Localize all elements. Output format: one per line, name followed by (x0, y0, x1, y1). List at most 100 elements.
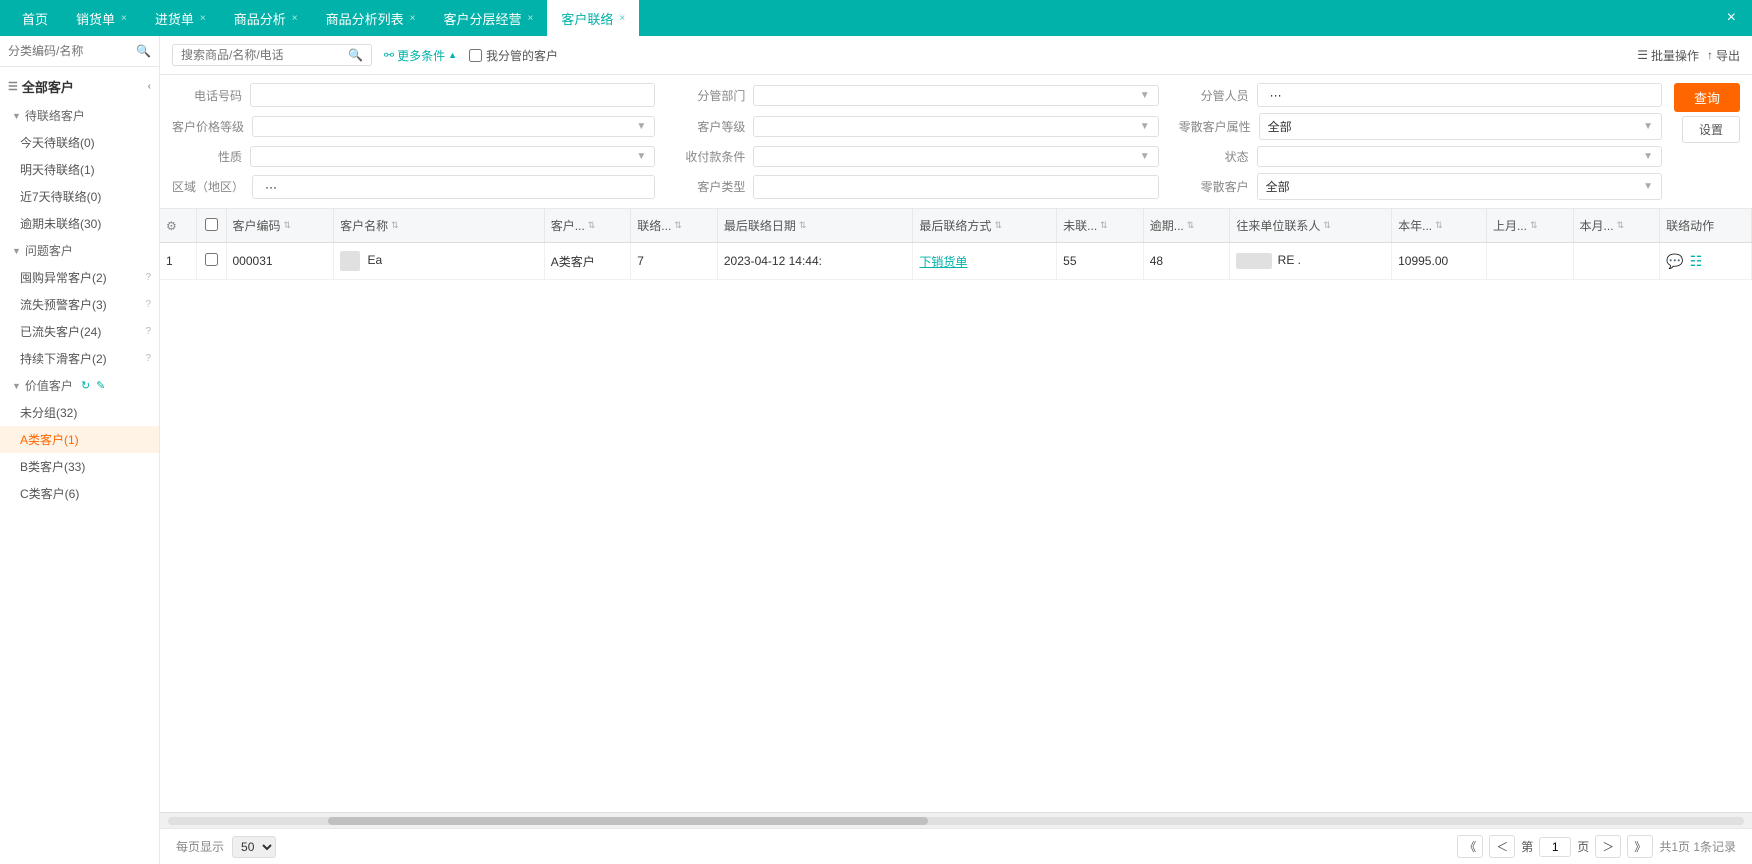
retail-arrow-icon: ▼ (1643, 181, 1653, 192)
sidebar-item-declining[interactable]: 持续下滑客户(2) ? (0, 345, 159, 372)
my-customers-checkbox[interactable] (469, 49, 482, 62)
help-abnormal-icon[interactable]: ? (145, 272, 151, 283)
my-customers-checkbox-label[interactable]: 我分管的客户 (469, 47, 558, 64)
filter-retail-attr: 零散客户属性 全部 ▼ (1179, 113, 1662, 140)
select-all-checkbox[interactable] (205, 218, 218, 231)
nav-analysis[interactable]: 商品分析 × (220, 0, 312, 36)
close-sales-icon[interactable]: × (121, 13, 127, 24)
more-filters-btn[interactable]: ⚯ 更多条件 ▲ (384, 47, 457, 64)
price-grade-select[interactable]: ▼ (252, 116, 655, 137)
region-ellipsis-icon: ··· (265, 180, 277, 194)
filter-row-3: 性质 ▼ 收付款条件 ▼ (172, 146, 1662, 167)
sidebar-all-customers[interactable]: ☰ 全部客户 ‹ (0, 71, 159, 102)
phone-input[interactable] (250, 83, 655, 107)
nav-purchase[interactable]: 进货单 × (141, 0, 220, 36)
window-close-icon[interactable]: × (1719, 9, 1744, 27)
filter-row-2: 客户价格等级 ▼ 客户等级 ▼ (172, 113, 1662, 140)
price-grade-label: 客户价格等级 (172, 118, 244, 135)
nav-sales[interactable]: 销货单 × (62, 0, 141, 36)
overdue-sort-icon[interactable]: ⇅ (1187, 220, 1195, 231)
first-page-btn[interactable]: 《 (1457, 835, 1483, 858)
sidebar-item-a-class[interactable]: A类客户(1) (0, 426, 159, 453)
this-month-sort-icon[interactable]: ⇅ (1617, 220, 1625, 231)
nav-customer-segment[interactable]: 客户分层经营 × (429, 0, 547, 36)
sidebar-item-churned[interactable]: 已流失客户(24) ? (0, 318, 159, 345)
page-number-input[interactable] (1539, 837, 1571, 857)
close-segment-icon[interactable]: × (527, 13, 533, 24)
sidebar-item-tomorrow[interactable]: 明天待联络(1) (0, 156, 159, 183)
sidebar-item-b-class[interactable]: B类客户(33) (0, 453, 159, 480)
company-contact-sort-icon[interactable]: ⇅ (1323, 220, 1331, 231)
nature-select[interactable]: ▼ (250, 146, 655, 167)
close-purchase-icon[interactable]: × (200, 13, 206, 24)
batch-icon: ☰ (1637, 48, 1648, 62)
sidebar-item-churn-warning[interactable]: 流失预警客户(3) ? (0, 291, 159, 318)
filter-region: 区域（地区） ··· (172, 175, 655, 199)
no-contact-sort-icon[interactable]: ⇅ (1100, 220, 1108, 231)
close-contact-icon[interactable]: × (619, 13, 625, 24)
sidebar-item-c-class[interactable]: C类客户(6) (0, 480, 159, 507)
next-page-btn[interactable]: ＞ (1595, 835, 1621, 858)
col-gear: ⚙ (160, 209, 196, 243)
edit-value-icon[interactable]: ✎ (96, 379, 105, 392)
sidebar-item-today[interactable]: 今天待联络(0) (0, 129, 159, 156)
export-btn[interactable]: ↑ 导出 (1707, 47, 1740, 64)
sidebar-section-pending[interactable]: ▼ 待联络客户 (0, 102, 159, 129)
scroll-thumb[interactable] (328, 817, 928, 825)
name-sort-icon[interactable]: ⇅ (391, 220, 399, 231)
region-ellipsis[interactable]: ··· (252, 175, 655, 199)
close-analysis-list-icon[interactable]: × (410, 13, 416, 24)
message-action-icon[interactable]: 💬 (1666, 253, 1683, 270)
nav-customer-contact[interactable]: 客户联络 × (547, 0, 639, 36)
settings-btn[interactable]: 设置 (1682, 116, 1740, 143)
sidebar-item-abnormal[interactable]: 囤购异常客户(2) ? (0, 264, 159, 291)
main-search-input[interactable] (181, 48, 344, 62)
this-year-sort-icon[interactable]: ⇅ (1435, 220, 1443, 231)
col-code: 客户编码 ⇅ (226, 209, 334, 243)
code-sort-icon[interactable]: ⇅ (284, 220, 292, 231)
type-sort-icon[interactable]: ⇅ (588, 220, 596, 231)
row-code: 000031 (226, 243, 334, 280)
dept-select[interactable]: ▼ (753, 85, 1158, 106)
col-this-month: 本月... ⇅ (1573, 209, 1660, 243)
page-label-pre: 第 (1521, 838, 1533, 855)
last-method-link[interactable]: 下销货单 (919, 255, 967, 269)
last-page-btn[interactable]: 》 (1627, 835, 1653, 858)
sidebar-item-7days[interactable]: 近7天待联络(0) (0, 183, 159, 210)
payment-select[interactable]: ▼ (753, 146, 1158, 167)
sidebar-item-overdue[interactable]: 逾期未联络(30) (0, 210, 159, 237)
refresh-value-icon[interactable]: ↻ (81, 379, 90, 392)
manager-ellipsis[interactable]: ··· (1257, 83, 1662, 107)
search-btn[interactable]: 查询 (1674, 83, 1740, 112)
help-churned-icon[interactable]: ? (145, 326, 151, 337)
sidebar-collapse-icon[interactable]: ‹ (148, 81, 151, 92)
page-size-select[interactable]: 50 (232, 836, 276, 858)
last-month-sort-icon[interactable]: ⇅ (1530, 220, 1538, 231)
prev-page-btn[interactable]: ＜ (1489, 835, 1515, 858)
sidebar-section-value[interactable]: ▼ 价值客户 ↻ ✎ (0, 372, 159, 399)
main-layout: 🔍 ☰ 全部客户 ‹ ▼ 待联络客户 今天待联络(0) 明天待联络(1) 近7天… (0, 36, 1752, 864)
sidebar-section-problem[interactable]: ▼ 问题客户 (0, 237, 159, 264)
contacts-sort-icon[interactable]: ⇅ (674, 220, 682, 231)
customer-grade-select[interactable]: ▼ (753, 116, 1158, 137)
nav-analysis-list[interactable]: 商品分析列表 × (312, 0, 430, 36)
close-analysis-icon[interactable]: × (292, 13, 298, 24)
last-method-sort-icon[interactable]: ⇅ (994, 220, 1002, 231)
nav-home[interactable]: 首页 (8, 0, 62, 36)
sidebar-item-unclassified[interactable]: 未分组(32) (0, 399, 159, 426)
horizontal-scrollbar[interactable] (160, 812, 1752, 828)
help-churn-warning-icon[interactable]: ? (145, 299, 151, 310)
retail-attr-select[interactable]: 全部 ▼ (1259, 113, 1662, 140)
sidebar-search-input[interactable] (8, 44, 132, 58)
row-checkbox[interactable] (205, 253, 218, 266)
sidebar-search-icon[interactable]: 🔍 (136, 44, 151, 58)
customer-type-input[interactable] (753, 175, 1158, 199)
help-declining-icon[interactable]: ? (145, 353, 151, 364)
main-search-icon[interactable]: 🔍 (348, 48, 363, 62)
batch-op-btn[interactable]: ☰ 批量操作 (1637, 47, 1699, 64)
last-date-sort-icon[interactable]: ⇅ (799, 220, 807, 231)
status-select[interactable]: ▼ (1257, 146, 1662, 167)
column-settings-icon[interactable]: ⚙ (166, 219, 177, 233)
grid-action-icon[interactable]: ☷ (1690, 253, 1703, 270)
retail-select[interactable]: 全部 ▼ (1257, 173, 1662, 200)
